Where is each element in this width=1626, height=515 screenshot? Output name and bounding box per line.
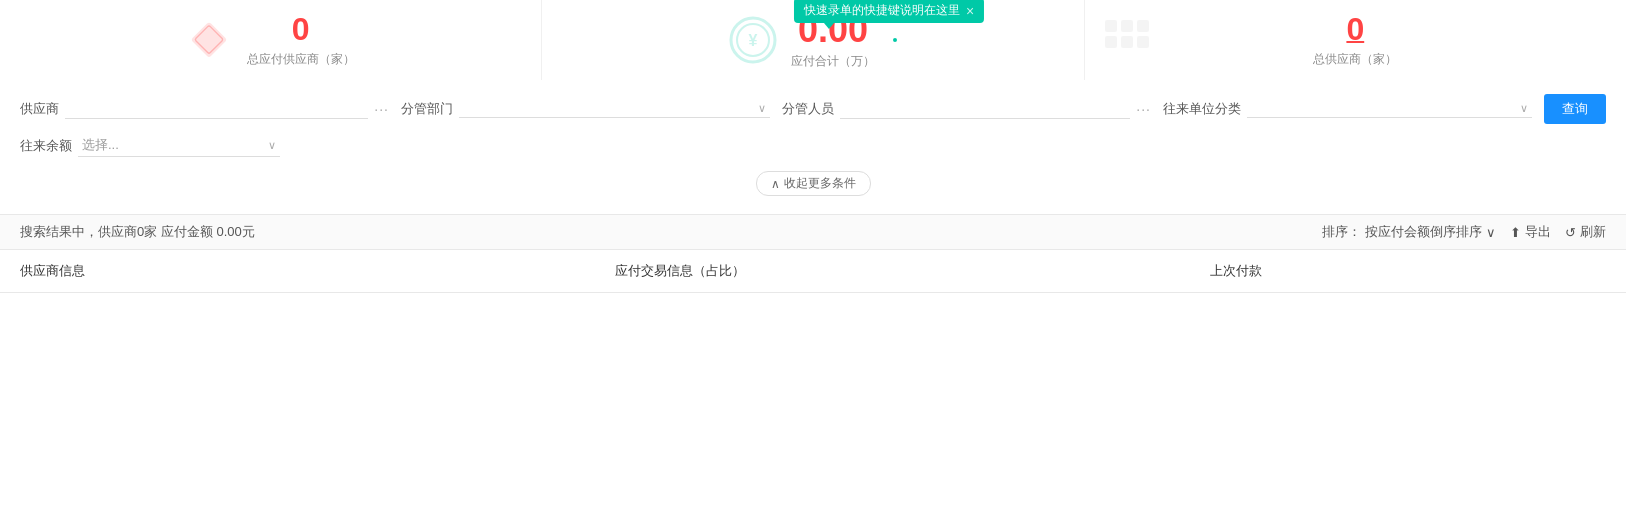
filter-category: 往来单位分类 ∨ bbox=[1163, 100, 1532, 118]
tooltip-close-btn[interactable]: × bbox=[966, 4, 974, 18]
results-actions: 排序： 按应付会额倒序排序 ∨ ⬆ 导出 ↺ 刷新 bbox=[1322, 223, 1606, 241]
stat-left: 0 总应付供应商（家） bbox=[0, 0, 542, 80]
stat-center: 快速录单的快捷键说明在这里 × ¥ 0.00 应付合计（万） bbox=[542, 0, 1084, 80]
coin-icon: ¥ bbox=[727, 14, 779, 66]
collapse-button[interactable]: ∧ 收起更多条件 bbox=[756, 171, 871, 196]
svg-rect-7 bbox=[1137, 20, 1149, 32]
refresh-label: 刷新 bbox=[1580, 223, 1606, 241]
table-body bbox=[0, 293, 1626, 515]
export-icon: ⬆ bbox=[1510, 225, 1521, 240]
balance-select[interactable]: 选择... ∨ bbox=[78, 134, 280, 157]
svg-text:¥: ¥ bbox=[749, 32, 758, 49]
tooltip-text: 快速录单的快捷键说明在这里 bbox=[804, 2, 960, 19]
refresh-button[interactable]: ↺ 刷新 bbox=[1565, 223, 1606, 241]
tooltip-bubble: 快速录单的快捷键说明在这里 × bbox=[794, 0, 984, 23]
filter-row-1: 供应商 ··· 分管部门 ∨ 分管人员 ··· 往来单位分类 ∨ bbox=[20, 94, 1606, 124]
export-button[interactable]: ⬆ 导出 bbox=[1510, 223, 1551, 241]
department-select[interactable]: ∨ bbox=[459, 100, 770, 118]
stat-right-content: 0 总供应商（家） bbox=[1313, 12, 1397, 68]
filter-supplier: 供应商 ··· bbox=[20, 99, 389, 119]
filter-department: 分管部门 ∨ bbox=[401, 100, 770, 118]
department-chevron-icon: ∨ bbox=[758, 102, 766, 115]
supplier-dots-btn[interactable]: ··· bbox=[374, 101, 389, 117]
supplier-input[interactable] bbox=[65, 99, 368, 119]
col-header-lastpay: 上次付款 bbox=[1210, 262, 1607, 280]
refresh-icon: ↺ bbox=[1565, 225, 1576, 240]
filter-bar: 供应商 ··· 分管部门 ∨ 分管人员 ··· 往来单位分类 ∨ bbox=[0, 80, 1626, 215]
category-select[interactable]: ∨ bbox=[1247, 100, 1532, 118]
search-button[interactable]: 查询 bbox=[1544, 94, 1606, 124]
filter-row-2: 往来余额 选择... ∨ bbox=[20, 134, 1606, 157]
sort-prefix: 排序： bbox=[1322, 223, 1361, 241]
category-label: 往来单位分类 bbox=[1163, 100, 1241, 118]
collapse-up-icon: ∧ bbox=[771, 177, 780, 191]
filter-balance: 往来余额 选择... ∨ bbox=[20, 134, 280, 157]
balance-label: 往来余额 bbox=[20, 137, 72, 155]
department-label: 分管部门 bbox=[401, 100, 453, 118]
stat-right-label: 总供应商（家） bbox=[1313, 51, 1397, 68]
collapse-label: 收起更多条件 bbox=[784, 175, 856, 192]
stat-right: 0 总供应商（家） bbox=[1085, 0, 1626, 80]
balance-chevron-icon: ∨ bbox=[268, 139, 276, 152]
svg-rect-6 bbox=[1121, 20, 1133, 32]
stats-bar: 0 总应付供应商（家） 快速录单的快捷键说明在这里 × ¥ 0.00 应付合计（… bbox=[0, 0, 1626, 80]
results-bar: 搜索结果中，供应商0家 应付金额 0.00元 排序： 按应付会额倒序排序 ∨ ⬆… bbox=[0, 215, 1626, 250]
person-dots-btn[interactable]: ··· bbox=[1136, 101, 1151, 117]
stat-left-content: 0 总应付供应商（家） bbox=[247, 12, 355, 68]
svg-rect-5 bbox=[1105, 20, 1117, 32]
sort-select[interactable]: 排序： 按应付会额倒序排序 ∨ bbox=[1322, 223, 1496, 241]
sort-label: 按应付会额倒序排序 bbox=[1365, 223, 1482, 241]
results-summary: 搜索结果中，供应商0家 应付金额 0.00元 bbox=[20, 223, 255, 241]
svg-rect-8 bbox=[1105, 36, 1117, 48]
collapse-row: ∧ 收起更多条件 bbox=[20, 167, 1606, 206]
filter-person: 分管人员 ··· bbox=[782, 99, 1151, 119]
stat-right-number: 0 bbox=[1346, 12, 1364, 47]
sort-chevron-icon: ∨ bbox=[1486, 225, 1496, 240]
col-header-transaction: 应付交易信息（占比） bbox=[615, 262, 1210, 280]
svg-rect-10 bbox=[1137, 36, 1149, 48]
supplier-label: 供应商 bbox=[20, 100, 59, 118]
person-label: 分管人员 bbox=[782, 100, 834, 118]
svg-rect-9 bbox=[1121, 36, 1133, 48]
col-header-supplier: 供应商信息 bbox=[20, 262, 615, 280]
person-input[interactable] bbox=[840, 99, 1130, 119]
diamond-icon bbox=[187, 18, 231, 62]
tooltip-dot bbox=[891, 36, 899, 44]
balance-placeholder: 选择... bbox=[82, 136, 268, 154]
category-chevron-icon: ∨ bbox=[1520, 102, 1528, 115]
stat-left-number: 0 bbox=[292, 12, 310, 47]
stat-center-label: 应付合计（万） bbox=[791, 53, 875, 70]
grid-icon bbox=[1105, 20, 1165, 60]
export-label: 导出 bbox=[1525, 223, 1551, 241]
stat-left-label: 总应付供应商（家） bbox=[247, 51, 355, 68]
table-header: 供应商信息 应付交易信息（占比） 上次付款 bbox=[0, 250, 1626, 293]
